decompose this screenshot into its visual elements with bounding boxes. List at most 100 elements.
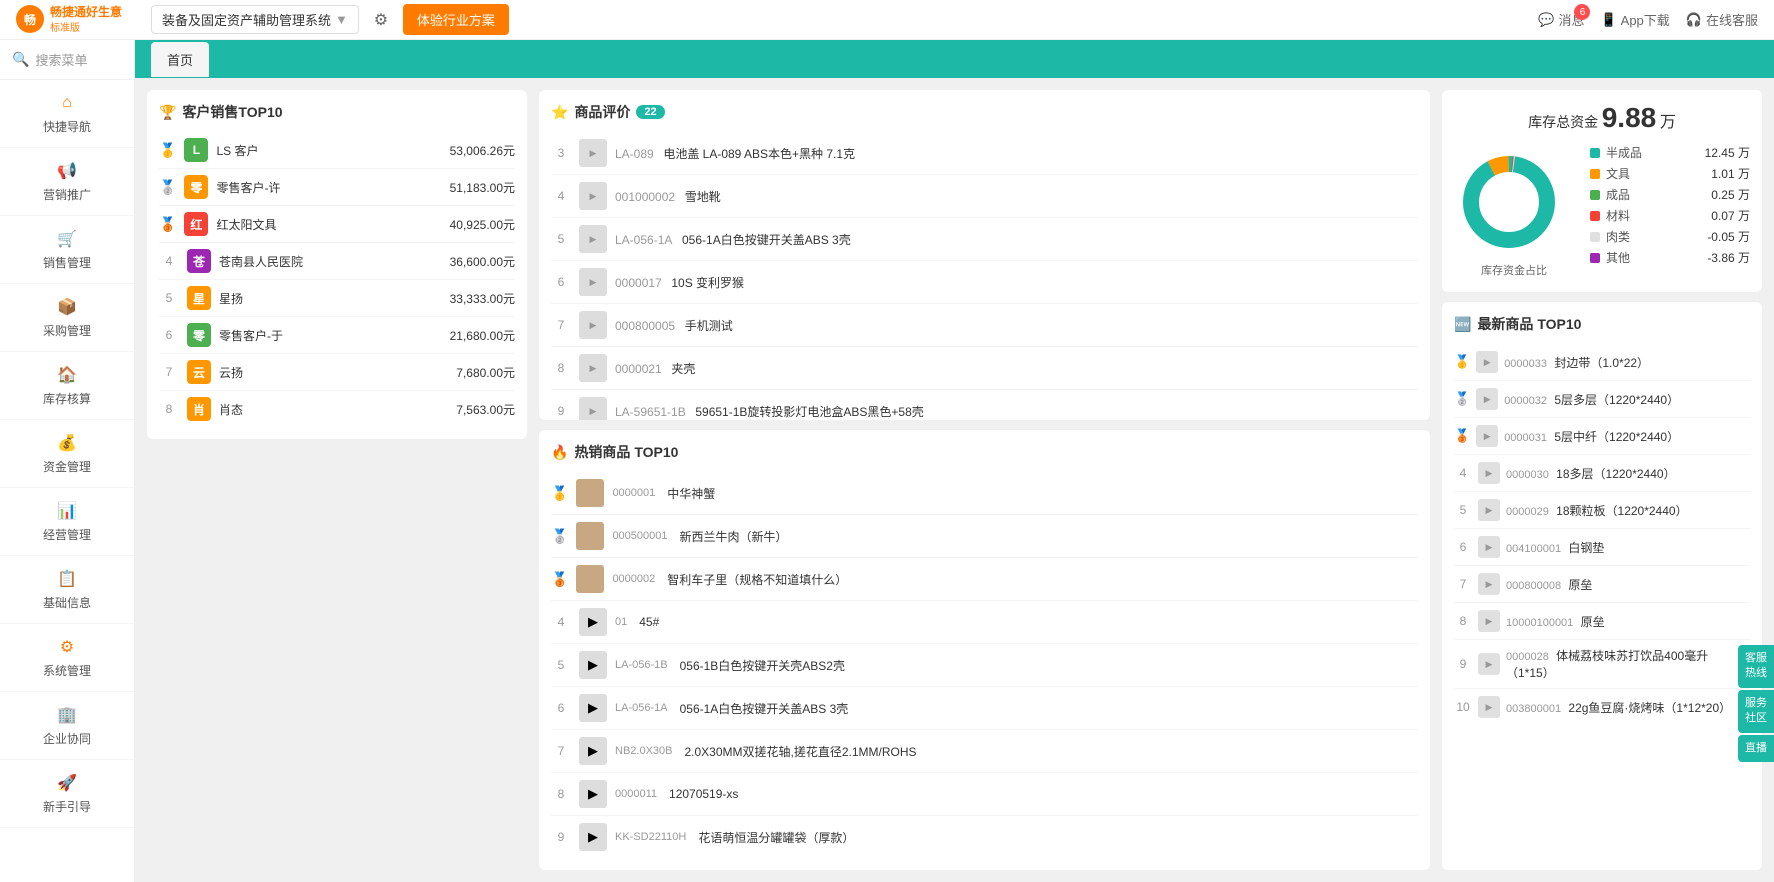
legend-item: 文具 1.01 万 bbox=[1590, 165, 1750, 182]
customer-list-item: 7 云 云扬 7,680.00元 bbox=[159, 354, 515, 391]
sidebar-icon-finance: 💰 bbox=[56, 432, 78, 454]
customer-avatar: 肖 bbox=[187, 397, 211, 421]
sidebar-label-marketing: 营销推广 bbox=[43, 186, 91, 203]
product-ranking-item: 9 ▶ LA-59651-1B 59651-1B旋转投影灯电池盒ABS黑色+58… bbox=[551, 390, 1418, 420]
hot-products-title: 🔥 热销商品 TOP10 bbox=[551, 442, 1418, 462]
float-btn-0[interactable]: 客服 热线 bbox=[1738, 645, 1774, 688]
product-info: 000800005 手机测试 bbox=[615, 317, 1418, 334]
item-img: ▶ bbox=[1478, 573, 1500, 595]
medal-icon: 🥉 bbox=[1454, 428, 1470, 444]
new-product-info: 0000029 18颗粒板（1220*2440） bbox=[1506, 502, 1750, 519]
customer-avatar: L bbox=[184, 138, 208, 162]
new-product-info: 0000030 18多层（1220*2440） bbox=[1506, 465, 1750, 482]
float-btn-2[interactable]: 直播 bbox=[1738, 735, 1774, 762]
medal-icon: 🥉 bbox=[159, 216, 176, 233]
logo-text: 畅捷通好生意 bbox=[50, 5, 122, 19]
new-products-title: 🆕 最新商品 TOP10 bbox=[1454, 314, 1750, 334]
legend-item: 肉类 -0.05 万 bbox=[1590, 228, 1750, 245]
customer-name: 苍南县人民医院 bbox=[219, 253, 442, 270]
customer-amount: 7,680.00元 bbox=[456, 364, 515, 381]
sidebar-label-guide: 新手引导 bbox=[43, 798, 91, 815]
sidebar-item-marketing[interactable]: 📢 营销推广 bbox=[0, 148, 134, 216]
legend-dot bbox=[1590, 253, 1600, 263]
new-product-info: 0000028 体械荔枝味苏打饮品400毫升（1*15） bbox=[1506, 647, 1750, 681]
settings-icon[interactable]: ⚙ bbox=[367, 6, 395, 34]
rank-num: 4 bbox=[551, 189, 571, 203]
system-select[interactable]: 装备及固定资产辅助管理系统 ▼ bbox=[151, 5, 359, 34]
legend-dot bbox=[1590, 211, 1600, 221]
rank-num: 5 bbox=[551, 232, 571, 246]
sidebar-item-operation[interactable]: 📊 经营管理 bbox=[0, 488, 134, 556]
new-product-code: 004100001 bbox=[1506, 543, 1561, 555]
new-product-item: 5 ▶ 0000029 18颗粒板（1220*2440） bbox=[1454, 492, 1750, 529]
product-name: 10S 变利罗猴 bbox=[671, 276, 744, 290]
product-name: 夹壳 bbox=[671, 362, 695, 376]
sidebar-item-home[interactable]: ⌂ 快捷导航 bbox=[0, 80, 134, 148]
app-label: App下载 bbox=[1621, 10, 1670, 29]
sidebar-label-inventory: 库存核算 bbox=[43, 390, 91, 407]
sidebar-icon-inventory: 🏠 bbox=[56, 364, 78, 386]
float-btn-1[interactable]: 服务 社区 bbox=[1738, 690, 1774, 733]
app-download-item[interactable]: 📱 App下载 bbox=[1600, 10, 1669, 29]
trial-button[interactable]: 体验行业方案 bbox=[403, 4, 509, 35]
new-product-item: 🥉 ▶ 0000031 5层中纤（1220*2440） bbox=[1454, 418, 1750, 455]
product-ranking-title: ⭐ 商品评价 22 bbox=[551, 102, 1418, 122]
new-products-card: 🆕 最新商品 TOP10 🥇 ▶ 0000033 封边带（1.0*22） 🥈 ▶… bbox=[1442, 302, 1762, 870]
rank-num: 8 bbox=[1454, 614, 1472, 628]
product-info: 0000021 夹壳 bbox=[615, 360, 1418, 377]
rank-num: 8 bbox=[159, 402, 179, 416]
sidebar-item-basic[interactable]: 📋 基础信息 bbox=[0, 556, 134, 624]
search-icon: 🔍 bbox=[12, 51, 29, 68]
legend-label: 半成品 bbox=[1606, 144, 1699, 161]
sidebar-item-inventory[interactable]: 🏠 库存核算 bbox=[0, 352, 134, 420]
item-img: ▶ bbox=[1478, 499, 1500, 521]
customer-amount: 40,925.00元 bbox=[450, 216, 515, 233]
sidebar-icon-purchase: 📦 bbox=[56, 296, 78, 318]
sidebar-item-sales[interactable]: 🛒 销售管理 bbox=[0, 216, 134, 284]
hot-product-item: 6 ▶ LA-056-1A 056-1A白色按键开关盖ABS 3壳 bbox=[551, 687, 1418, 730]
sidebar-item-purchase[interactable]: 📦 采购管理 bbox=[0, 284, 134, 352]
customer-name: 零售客户-许 bbox=[216, 179, 441, 196]
new-product-info: 003800001 22g鱼豆腐·烧烤味（1*12*20） bbox=[1506, 699, 1750, 716]
col-left: 🏆 客户销售TOP10 🥇 L LS 客户 53,006.26元 🥈 零 零售客… bbox=[147, 90, 527, 870]
sidebar-label-purchase: 采购管理 bbox=[43, 322, 91, 339]
sidebar-icon-sales: 🛒 bbox=[56, 228, 78, 250]
hot-product-code: 000500001 bbox=[612, 530, 667, 542]
sidebar-label-system: 系统管理 bbox=[43, 662, 91, 679]
customer-amount: 51,183.00元 bbox=[450, 179, 515, 196]
hot-product-code: 01 bbox=[615, 616, 627, 628]
donut-chart: 库存资金占比 bbox=[1454, 147, 1574, 267]
hot-product-code: 0000011 bbox=[615, 788, 657, 800]
customer-list-item: 6 零 零售客户-于 21,680.00元 bbox=[159, 317, 515, 354]
hot-product-item: 4 ▶ 01 45# bbox=[551, 601, 1418, 644]
customer-avatar: 零 bbox=[187, 323, 211, 347]
rank-num: 4 bbox=[551, 615, 571, 629]
medal-icon: 🥈 bbox=[159, 179, 176, 196]
sidebar-item-finance[interactable]: 💰 资金管理 bbox=[0, 420, 134, 488]
product-code: LA-59651-1B bbox=[615, 405, 686, 419]
tab-home[interactable]: 首页 bbox=[151, 42, 209, 77]
new-product-name: 原垒 bbox=[1568, 578, 1592, 592]
product-img-placeholder: ▶ bbox=[579, 651, 607, 679]
sidebar-search[interactable]: 🔍 搜索菜单 bbox=[0, 40, 134, 80]
message-item[interactable]: 💬 消息 6 bbox=[1538, 10, 1584, 29]
sidebar-item-guide[interactable]: 🚀 新手引导 bbox=[0, 760, 134, 828]
rank-num: 7 bbox=[551, 744, 571, 758]
logo-area: 畅 畅捷通好生意 标准版 bbox=[16, 5, 151, 34]
legend-dot bbox=[1590, 232, 1600, 242]
customer-name: 红太阳文具 bbox=[216, 216, 441, 233]
product-ranking-card: ⭐ 商品评价 22 3 ▶ LA-089 电池盖 LA-089 ABS本色+黑种… bbox=[539, 90, 1430, 420]
sidebar-item-enterprise[interactable]: 🏢 企业协同 bbox=[0, 692, 134, 760]
rank-num: 7 bbox=[551, 318, 571, 332]
sidebar-label-home: 快捷导航 bbox=[43, 118, 91, 135]
topbar-right: 💬 消息 6 📱 App下载 🎧 在线客服 bbox=[1538, 10, 1758, 29]
legend-label: 材料 bbox=[1606, 207, 1705, 224]
sidebar-label-sales: 销售管理 bbox=[43, 254, 91, 271]
sidebar-item-system[interactable]: ⚙ 系统管理 bbox=[0, 624, 134, 692]
new-product-info: 000800008 原垒 bbox=[1506, 576, 1750, 593]
main-tabs: 首页 bbox=[135, 40, 1774, 78]
legend-value: 0.25 万 bbox=[1711, 186, 1750, 203]
service-item[interactable]: 🎧 在线客服 bbox=[1686, 10, 1758, 29]
legend-dot bbox=[1590, 169, 1600, 179]
new-product-name: 22g鱼豆腐·烧烤味（1*12*20） bbox=[1568, 701, 1731, 715]
